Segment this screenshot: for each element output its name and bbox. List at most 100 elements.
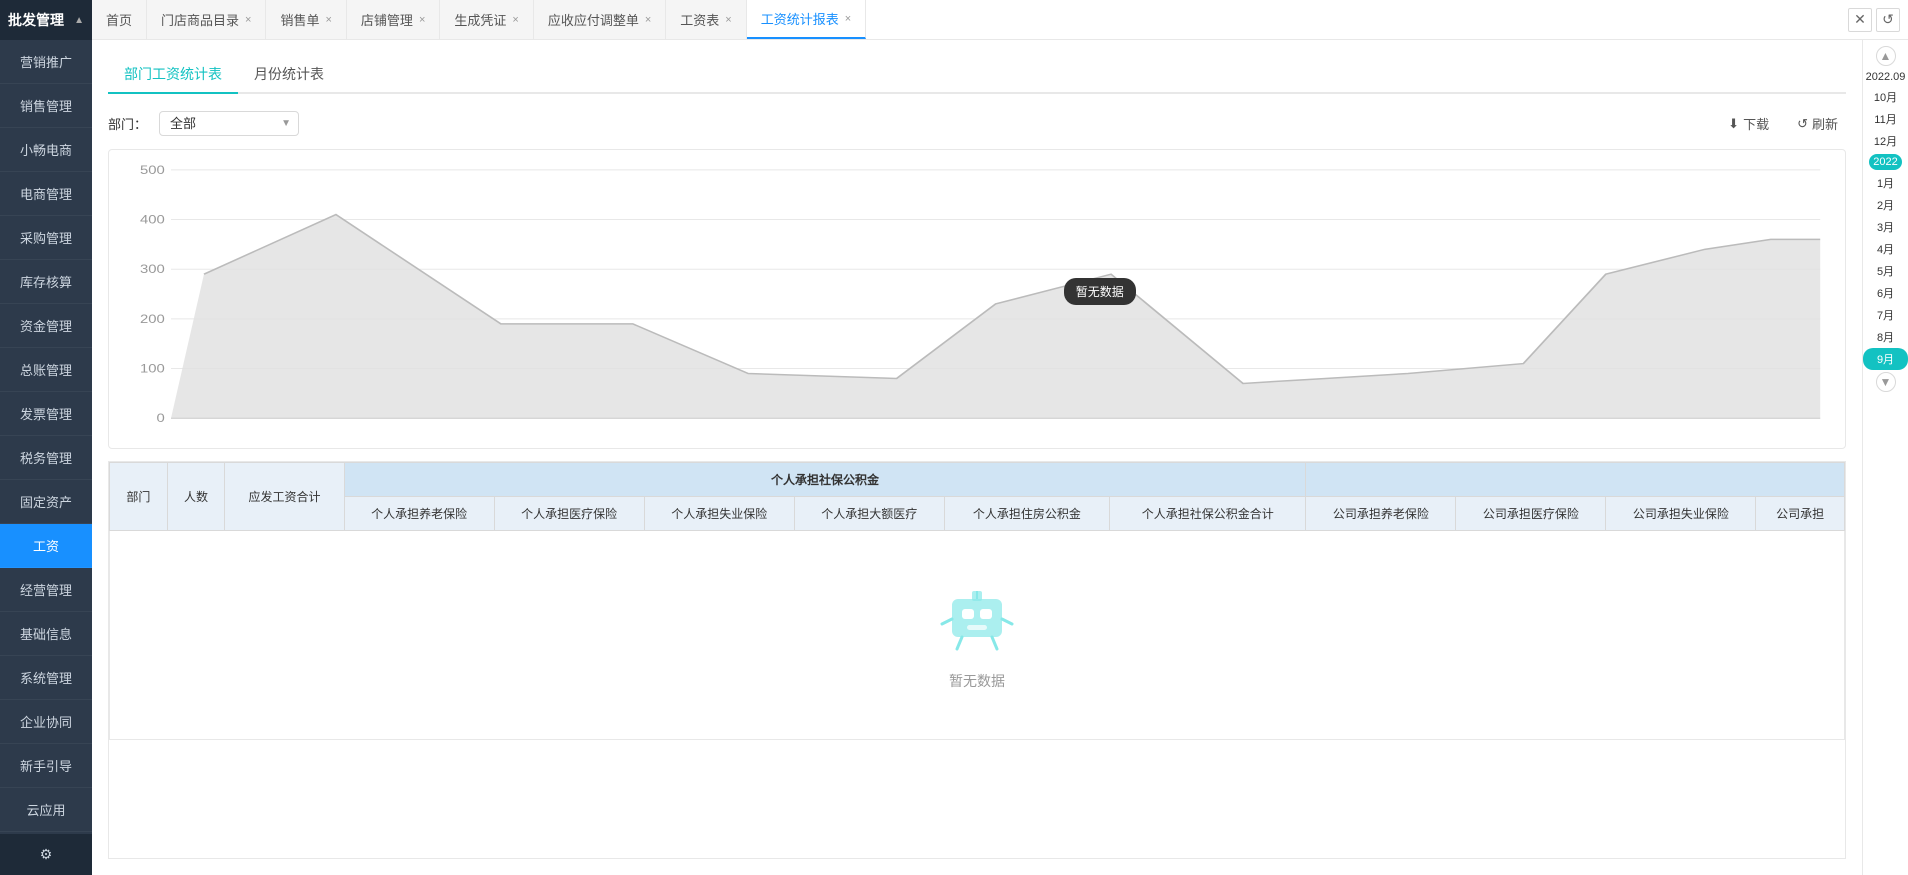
sidebar-item-tax[interactable]: 税务管理: [0, 436, 92, 480]
toolbar-row: 部门： 全部 ▼ ⬇ 下载 ↺ 刷新: [108, 110, 1846, 137]
download-btn[interactable]: ⬇ 下载: [1720, 110, 1777, 137]
timeline-month-7月[interactable]: 7月: [1863, 304, 1908, 326]
tab-refresh-btn[interactable]: ↺: [1876, 8, 1900, 32]
timeline-nav-up[interactable]: ▲: [1876, 46, 1896, 66]
sidebar-item-enterprise[interactable]: 企业协同: [0, 700, 92, 744]
th-公司承担: 公司承担: [1756, 497, 1845, 531]
tab-store-mgmt[interactable]: 店铺管理 ×: [347, 0, 440, 39]
sidebar-item-invoice[interactable]: 发票管理: [0, 392, 92, 436]
sidebar-title: 批发管理: [8, 10, 64, 30]
svg-text:100: 100: [140, 362, 165, 375]
tab-store-catalog[interactable]: 门店商品目录 ×: [147, 0, 266, 39]
table-header-row2: 个人承担养老保险个人承担医疗保险个人承担失业保险个人承担大额医疗个人承担住房公积…: [110, 497, 1845, 531]
tab-label-payroll-stats: 工资统计报表: [761, 9, 839, 28]
sub-tabs: 部门工资统计表月份统计表: [108, 56, 1846, 94]
timeline-year-badge[interactable]: 2022: [1869, 154, 1901, 170]
sidebar-item-fixed-assets[interactable]: 固定资产: [0, 480, 92, 524]
timeline-month-12月[interactable]: 12月: [1863, 130, 1908, 152]
main-area: 首页门店商品目录×销售单×店铺管理×生成凭证×应收应付调整单×工资表×工资统计报…: [92, 0, 1908, 875]
chart-container: 5004003002001000 暂无数据: [108, 149, 1846, 449]
svg-text:400: 400: [140, 213, 165, 226]
refresh-label: 刷新: [1812, 114, 1838, 133]
th-company-social: [1306, 463, 1845, 497]
sidebar-item-marketing[interactable]: 营销推广: [0, 40, 92, 84]
chart-svg: 5004003002001000: [109, 150, 1845, 448]
sidebar-item-operations[interactable]: 经营管理: [0, 568, 92, 612]
timeline-month-11月[interactable]: 11月: [1863, 108, 1908, 130]
th-个人承担医疗保险: 个人承担医疗保险: [494, 497, 644, 531]
tab-receivable[interactable]: 应收应付调整单 ×: [534, 0, 666, 39]
download-label: 下载: [1743, 114, 1769, 133]
tab-bar: 首页门店商品目录×销售单×店铺管理×生成凭证×应收应付调整单×工资表×工资统计报…: [92, 0, 1908, 40]
th-个人承担大额医疗: 个人承担大额医疗: [794, 497, 944, 531]
sidebar-item-tutorial[interactable]: 新手引导: [0, 744, 92, 788]
tab-label-production-cert: 生成凭证: [454, 10, 506, 29]
tab-label-sales-order: 销售单: [280, 10, 319, 29]
timeline-month-5月[interactable]: 5月: [1863, 260, 1908, 282]
th-wage-total: 应发工资合计: [225, 463, 344, 531]
chart-no-data-tooltip: 暂无数据: [1064, 278, 1136, 305]
timeline-year-month[interactable]: 2022.09: [1862, 68, 1908, 86]
tab-home[interactable]: 首页: [92, 0, 147, 39]
timeline-nav-down[interactable]: ▼: [1876, 372, 1896, 392]
tab-close-store-catalog[interactable]: ×: [245, 14, 251, 26]
tab-close-payroll-table[interactable]: ×: [725, 14, 731, 26]
timeline-month-3月[interactable]: 3月: [1863, 216, 1908, 238]
sidebar-item-ledger[interactable]: 总账管理: [0, 348, 92, 392]
tab-production-cert[interactable]: 生成凭证 ×: [440, 0, 533, 39]
table-header-row1: 部门 人数 应发工资合计 个人承担社保公积金: [110, 463, 1845, 497]
sidebar-item-ecom-mgmt[interactable]: 电商管理: [0, 172, 92, 216]
dept-label: 部门：: [108, 114, 147, 133]
refresh-btn[interactable]: ↺ 刷新: [1789, 110, 1846, 137]
no-data-text: 暂无数据: [949, 671, 1005, 691]
tab-payroll-table[interactable]: 工资表×: [666, 0, 746, 39]
sub-tab-dept-stats[interactable]: 部门工资统计表: [108, 56, 238, 94]
sidebar-item-capital[interactable]: 资金管理: [0, 304, 92, 348]
toolbar-actions: ⬇ 下载 ↺ 刷新: [1720, 110, 1846, 137]
tab-close-all-btn[interactable]: ✕: [1848, 8, 1872, 32]
page-content: 部门工资统计表月份统计表 部门： 全部 ▼ ⬇ 下载 ↺: [92, 40, 1862, 875]
sidebar-header[interactable]: 批发管理 ▲: [0, 0, 92, 40]
tab-label-store-catalog: 门店商品目录: [161, 10, 239, 29]
sidebar-item-base-info[interactable]: 基础信息: [0, 612, 92, 656]
th-公司承担医疗保险: 公司承担医疗保险: [1456, 497, 1606, 531]
sidebar-item-sys-mgmt[interactable]: 系统管理: [0, 656, 92, 700]
tab-close-sales-order[interactable]: ×: [325, 14, 331, 26]
dept-select-wrapper: 全部 ▼: [159, 111, 299, 136]
content-area: 部门工资统计表月份统计表 部门： 全部 ▼ ⬇ 下载 ↺: [92, 40, 1908, 875]
sidebar-settings[interactable]: ⚙: [0, 834, 92, 875]
tab-payroll-stats[interactable]: 工资统计报表 ×: [747, 0, 866, 39]
tab-close-receivable[interactable]: ×: [645, 14, 651, 26]
tab-label-home: 首页: [106, 10, 132, 29]
timeline-month-8月[interactable]: 8月: [1863, 326, 1908, 348]
dept-select[interactable]: 全部: [159, 111, 299, 136]
tab-close-production-cert[interactable]: ×: [512, 14, 518, 26]
sidebar-item-mini-ecom[interactable]: 小畅电商: [0, 128, 92, 172]
th-公司承担失业保险: 公司承担失业保险: [1606, 497, 1756, 531]
tab-close-store-mgmt[interactable]: ×: [419, 14, 425, 26]
th-count: 人数: [167, 463, 225, 531]
timeline-panel: ▲ 2022.0910月11月12月 2022 1月2月3月4月5月6月7月8月9月…: [1862, 40, 1908, 875]
th-个人承担失业保险: 个人承担失业保险: [644, 497, 794, 531]
sidebar-item-cloud-app[interactable]: 云应用: [0, 788, 92, 832]
th-dept: 部门: [110, 463, 168, 531]
sub-tab-month-stats[interactable]: 月份统计表: [238, 56, 340, 94]
sidebar-item-purchase[interactable]: 采购管理: [0, 216, 92, 260]
svg-text:200: 200: [140, 312, 165, 325]
tab-sales-order[interactable]: 销售单 ×: [266, 0, 346, 39]
sidebar-item-payroll[interactable]: 工资: [0, 524, 92, 568]
tab-label-store-mgmt: 店铺管理: [361, 10, 413, 29]
timeline-month-9月[interactable]: 9月: [1863, 348, 1908, 370]
sidebar-item-sales[interactable]: 销售管理: [0, 84, 92, 128]
timeline-month-6月[interactable]: 6月: [1863, 282, 1908, 304]
tab-close-payroll-stats[interactable]: ×: [845, 13, 851, 25]
refresh-icon: ↺: [1797, 116, 1808, 132]
sidebar-toggle-icon: ▲: [74, 15, 84, 26]
timeline-month-4月[interactable]: 4月: [1863, 238, 1908, 260]
timeline-month-2月[interactable]: 2月: [1863, 194, 1908, 216]
th-公司承担养老保险: 公司承担养老保险: [1306, 497, 1456, 531]
timeline-month-1月[interactable]: 1月: [1863, 172, 1908, 194]
timeline-month-10月[interactable]: 10月: [1863, 86, 1908, 108]
sidebar-item-inventory[interactable]: 库存核算: [0, 260, 92, 304]
tab-label-receivable: 应收应付调整单: [548, 10, 639, 29]
